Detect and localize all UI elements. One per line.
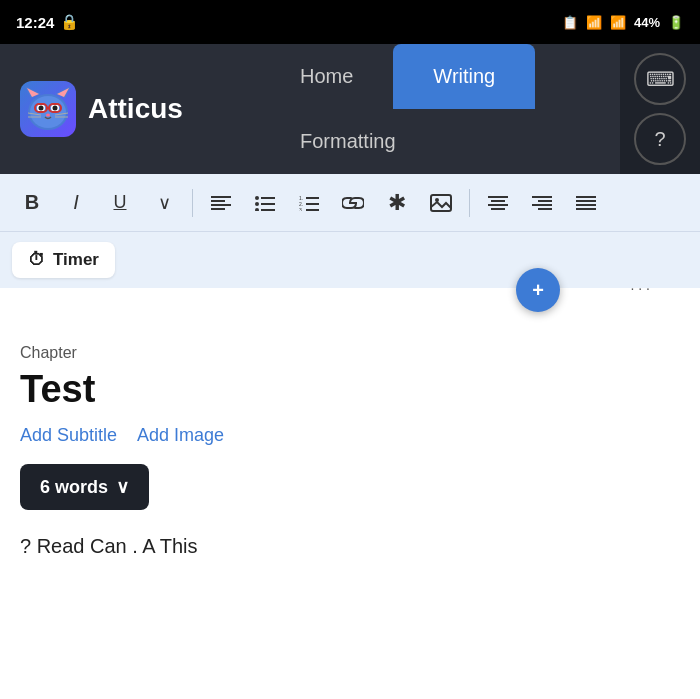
more-button[interactable]: ∨ bbox=[144, 183, 184, 223]
keyboard-icon-button[interactable]: ⌨ bbox=[634, 53, 686, 105]
word-count-button[interactable]: 6 words ∨ bbox=[20, 464, 149, 510]
timer-label: Timer bbox=[53, 250, 99, 270]
word-count-chevron: ∨ bbox=[116, 476, 129, 498]
asterisk-button[interactable]: ✱ bbox=[377, 183, 417, 223]
timer-bar: ⏱ Timer bbox=[0, 232, 700, 288]
timer-button[interactable]: ⏱ Timer bbox=[12, 242, 115, 278]
battery-icon: 🔋 bbox=[668, 15, 684, 30]
chapter-label: Chapter bbox=[20, 344, 680, 362]
svg-point-26 bbox=[255, 208, 259, 211]
word-count-label: 6 words bbox=[40, 477, 108, 498]
content-area: Chapter Test Add Subtitle Add Image 6 wo… bbox=[0, 328, 700, 578]
add-subtitle-link[interactable]: Add Subtitle bbox=[20, 425, 117, 446]
align-right-button[interactable] bbox=[522, 183, 562, 223]
sim-icon: 📋 bbox=[562, 15, 578, 30]
link-button[interactable] bbox=[333, 183, 373, 223]
app-logo bbox=[20, 81, 76, 137]
app-name: Atticus bbox=[88, 93, 183, 125]
keyboard-icon: ⌨ bbox=[646, 67, 675, 91]
svg-text:3.: 3. bbox=[299, 207, 303, 211]
nav-tab-home[interactable]: Home bbox=[260, 44, 393, 109]
status-bar: 12:24 🔒 📋 📶 📶 44% 🔋 bbox=[0, 0, 700, 44]
svg-point-24 bbox=[255, 202, 259, 206]
battery-percent: 44% bbox=[634, 15, 660, 30]
signal-icon: 📶 bbox=[610, 15, 626, 30]
underline-button[interactable]: U bbox=[100, 183, 140, 223]
ordered-list-button[interactable]: 1.2.3. bbox=[289, 183, 329, 223]
bullet-list-button[interactable] bbox=[245, 183, 285, 223]
nav-subtab-formatting[interactable]: Formatting bbox=[260, 109, 436, 174]
image-button[interactable] bbox=[421, 183, 461, 223]
add-content-button[interactable]: + bbox=[516, 268, 560, 312]
floating-area: + · · · bbox=[0, 288, 700, 328]
wifi-icon: 📶 bbox=[586, 15, 602, 30]
toolbar-separator-2 bbox=[469, 189, 470, 217]
status-left: 12:24 🔒 bbox=[16, 13, 79, 31]
align-justify-button[interactable] bbox=[566, 183, 606, 223]
chapter-title: Test bbox=[20, 368, 680, 411]
svg-rect-35 bbox=[431, 195, 451, 211]
toolbar-separator-1 bbox=[192, 189, 193, 217]
toolbar: B I U ∨ 1.2.3. ✱ bbox=[0, 174, 700, 232]
align-center-button[interactable] bbox=[478, 183, 518, 223]
content-actions: Add Subtitle Add Image bbox=[20, 425, 680, 446]
timer-icon: ⏱ bbox=[28, 250, 45, 270]
help-icon: ? bbox=[654, 128, 665, 151]
nav-tab-writing[interactable]: Writing bbox=[393, 44, 535, 109]
floating-label: · · · bbox=[631, 280, 650, 296]
status-right: 📋 📶 📶 44% 🔋 bbox=[562, 15, 684, 30]
bold-button[interactable]: B bbox=[12, 183, 52, 223]
plus-icon: + bbox=[532, 279, 544, 302]
lock-icon: 🔒 bbox=[60, 13, 79, 31]
help-icon-button[interactable]: ? bbox=[634, 113, 686, 165]
header: Atticus Home Writing Formatting ⌨ ? bbox=[0, 44, 700, 174]
svg-point-8 bbox=[39, 106, 44, 111]
body-text: ? Read Can . A This bbox=[20, 530, 680, 562]
add-image-link[interactable]: Add Image bbox=[137, 425, 224, 446]
align-left-button[interactable] bbox=[201, 183, 241, 223]
italic-button[interactable]: I bbox=[56, 183, 96, 223]
logo-area: Atticus bbox=[0, 44, 260, 174]
right-icons-panel: ⌨ ? bbox=[620, 44, 700, 174]
svg-point-13 bbox=[46, 114, 50, 117]
svg-point-9 bbox=[53, 106, 58, 111]
svg-point-5 bbox=[30, 96, 66, 128]
svg-point-22 bbox=[255, 196, 259, 200]
time-display: 12:24 bbox=[16, 14, 54, 31]
